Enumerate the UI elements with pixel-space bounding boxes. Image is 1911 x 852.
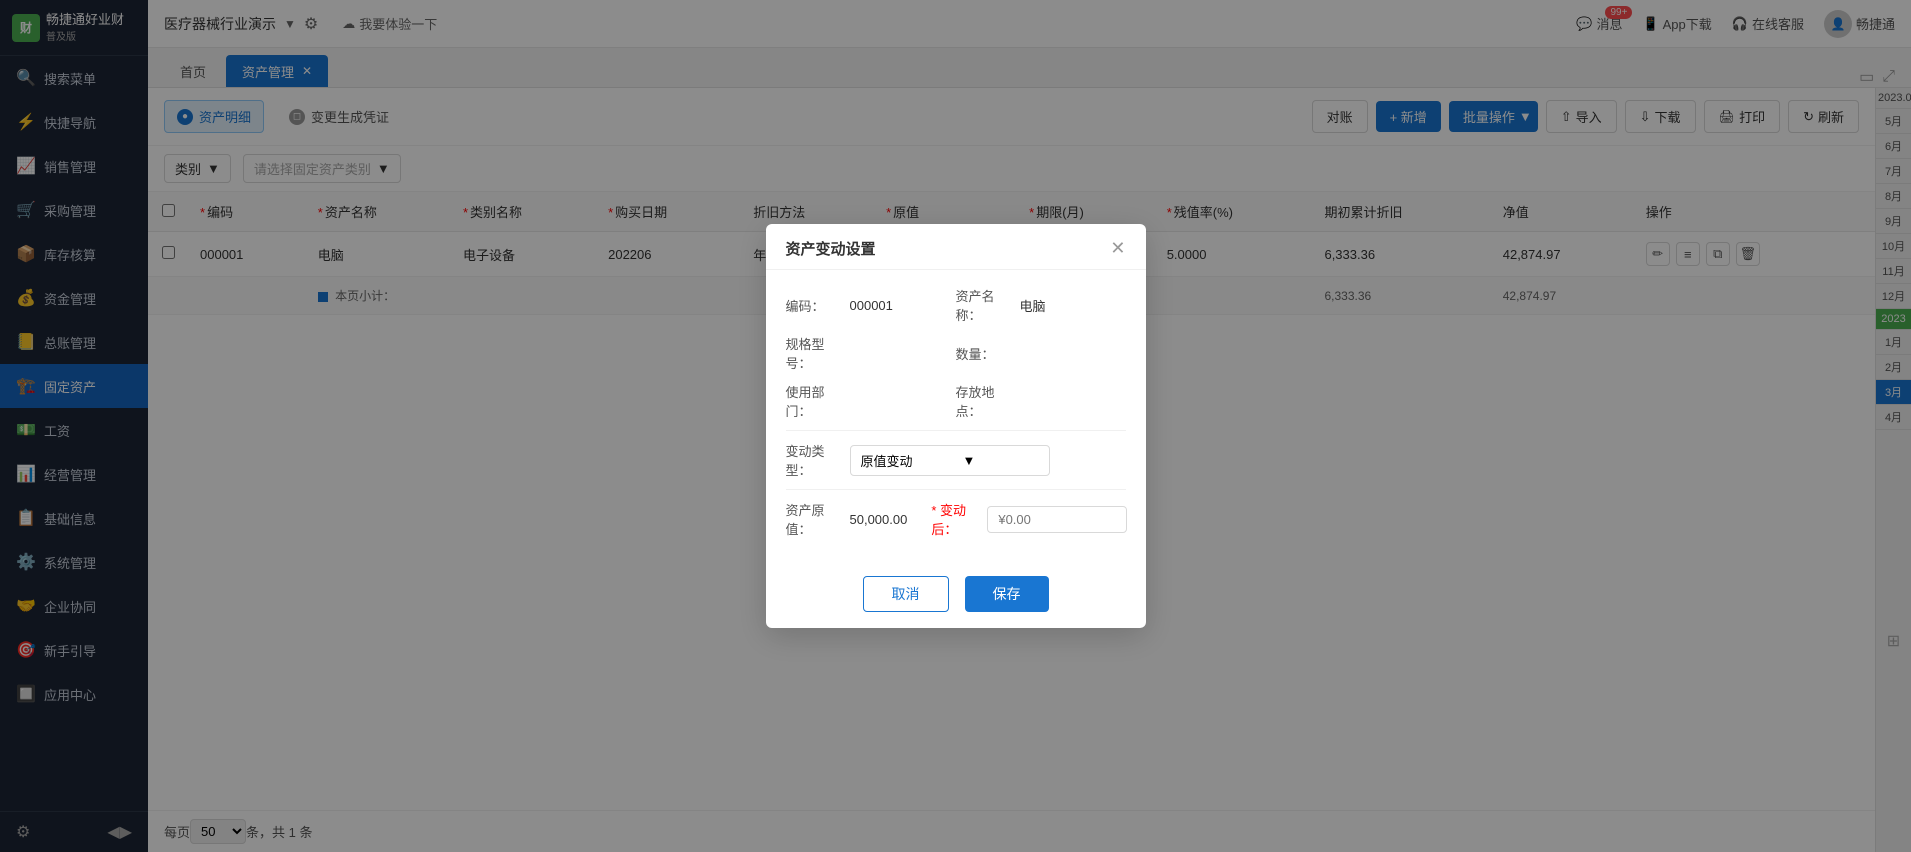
modal-field-dept: 使用部门： [786, 382, 956, 420]
modal-row-code-name: 编码： 000001 资产名称： 电脑 [786, 286, 1126, 324]
modal-field-code: 编码： 000001 [786, 286, 956, 324]
modal-amount-row: 资产原值： 50,000.00 * 变动后： [786, 500, 1126, 538]
modal-header: 资产变动设置 ✕ [766, 224, 1146, 270]
modal-change-type-row: 变动类型： 原值变动 ▼ [786, 441, 1126, 479]
modal-close-button[interactable]: ✕ [1110, 238, 1125, 259]
after-change-input[interactable] [987, 506, 1127, 533]
modal-divider-1 [786, 430, 1126, 431]
change-type-chevron-icon: ▼ [963, 453, 976, 468]
change-type-select[interactable]: 原值变动 ▼ [850, 445, 1050, 476]
cancel-button[interactable]: 取消 [863, 576, 949, 612]
modal-body: 编码： 000001 资产名称： 电脑 规格型号： 数量： [766, 270, 1146, 564]
modal-footer: 取消 保存 [766, 564, 1146, 628]
modal-field-spec: 规格型号： [786, 334, 956, 372]
modal-field-location: 存放地点： [956, 382, 1126, 420]
asset-change-modal: 资产变动设置 ✕ 编码： 000001 资产名称： 电脑 规格型号： [766, 224, 1146, 628]
modal-row-dept-location: 使用部门： 存放地点： [786, 382, 1126, 420]
modal-row-spec-quantity: 规格型号： 数量： [786, 334, 1126, 372]
modal-divider-2 [786, 489, 1126, 490]
save-button[interactable]: 保存 [965, 576, 1049, 612]
modal-overlay: 资产变动设置 ✕ 编码： 000001 资产名称： 电脑 规格型号： [0, 0, 1911, 852]
modal-title: 资产变动设置 [786, 238, 876, 259]
modal-field-quantity: 数量： [956, 334, 1126, 372]
modal-field-asset-name: 资产名称： 电脑 [956, 286, 1126, 324]
